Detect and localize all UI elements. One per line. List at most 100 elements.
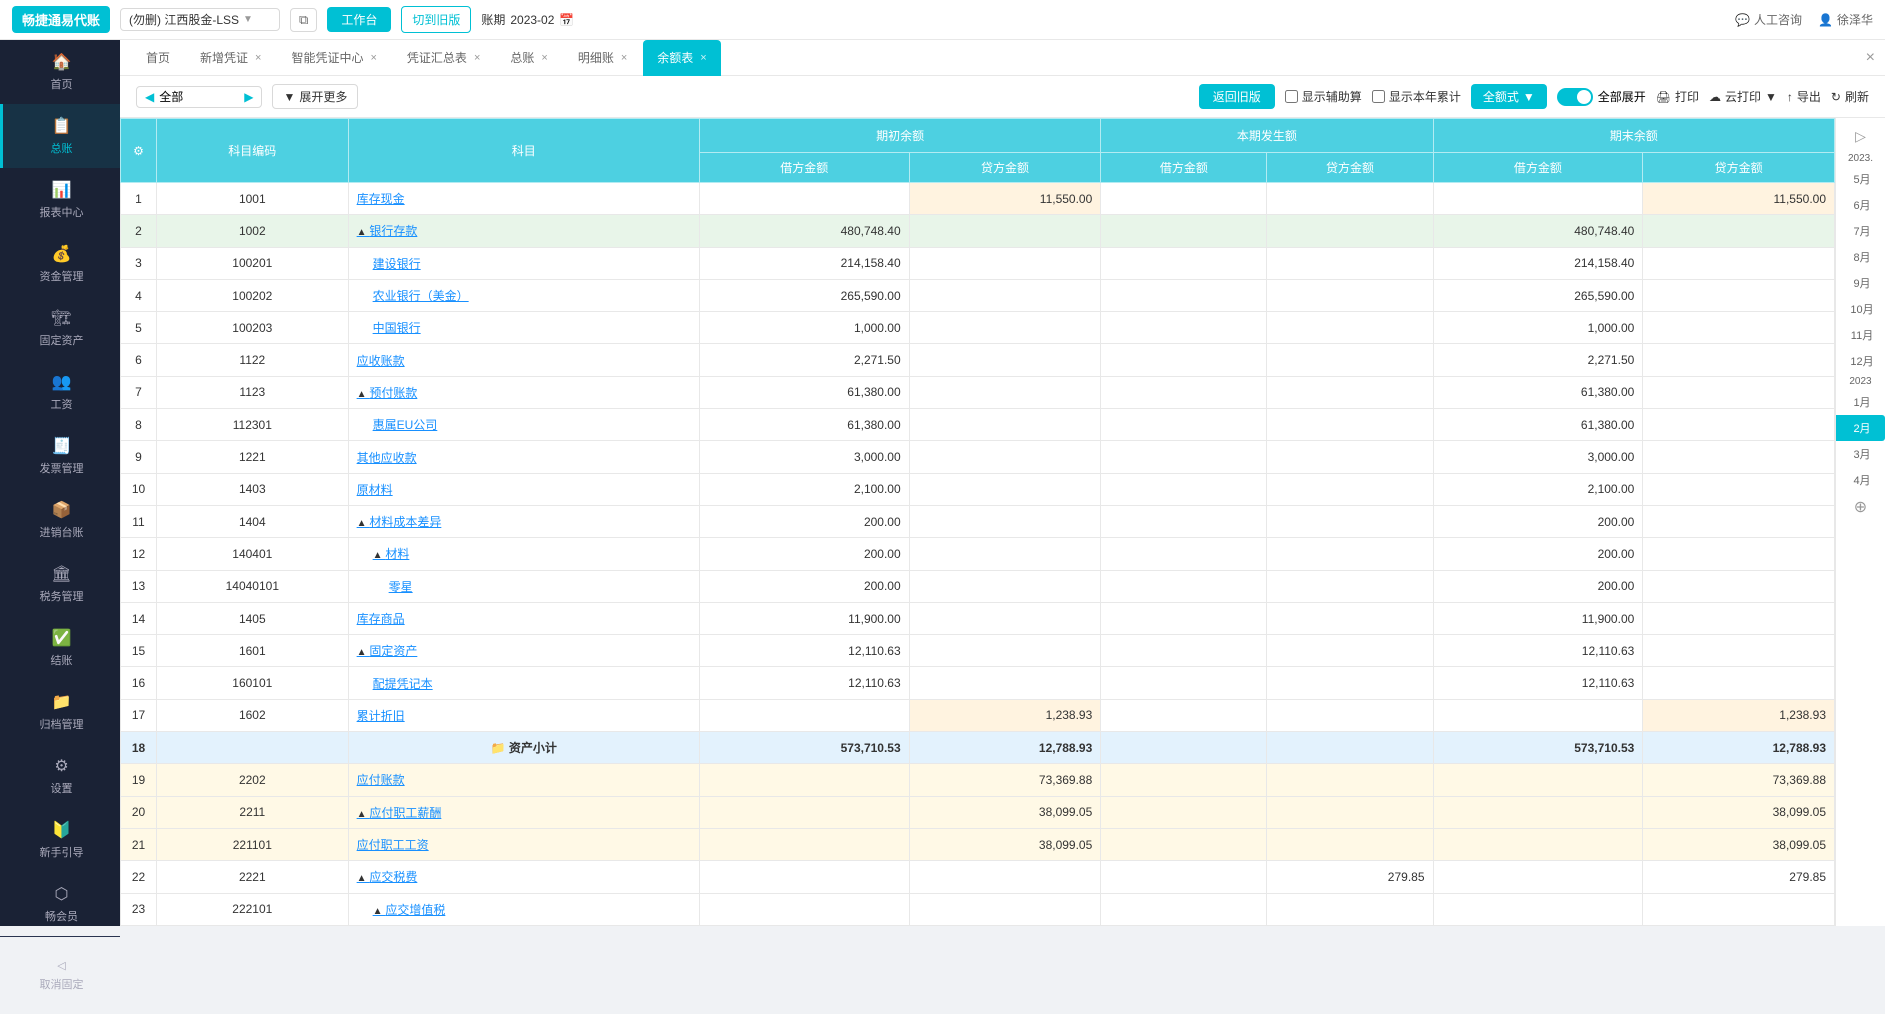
- tab-voucher-summary-close[interactable]: ×: [474, 52, 480, 64]
- timeline-collapse-btn[interactable]: ▷: [1851, 122, 1870, 151]
- unpin-button[interactable]: ◁ 取消固定: [0, 947, 120, 1004]
- workbench-button[interactable]: 工作台: [327, 7, 391, 32]
- tab-detail[interactable]: 明细账 ×: [564, 40, 641, 76]
- row-name[interactable]: 惠属EU公司: [348, 409, 699, 441]
- timeline-month-5[interactable]: 5月: [1836, 166, 1885, 192]
- table-row[interactable]: 8112301惠属EU公司61,380.0061,380.00: [121, 409, 1835, 441]
- table-row[interactable]: 91221其他应收款3,000.003,000.00: [121, 441, 1835, 473]
- tab-detail-close[interactable]: ×: [621, 52, 627, 64]
- export-action[interactable]: ↑ 导出: [1787, 88, 1821, 105]
- sidebar-item-tax[interactable]: 🏛 税务管理: [0, 552, 120, 616]
- display-format-button[interactable]: 全额式 ▼: [1471, 84, 1547, 109]
- sidebar-item-archive[interactable]: 📁 归档管理: [0, 680, 120, 744]
- row-name[interactable]: ▲ 应交增值税: [348, 893, 699, 925]
- timeline-month-12[interactable]: 12月: [1836, 348, 1885, 374]
- sidebar-item-ledger[interactable]: 📋 总账: [0, 104, 120, 168]
- tab-balance-close[interactable]: ×: [700, 52, 706, 64]
- show-aux-checkbox[interactable]: 显示辅助算: [1285, 88, 1362, 105]
- user-profile[interactable]: 👤 徐泽华: [1818, 11, 1873, 28]
- tab-ledger[interactable]: 总账 ×: [496, 40, 561, 76]
- table-row[interactable]: 71123▲ 预付账款61,380.0061,380.00: [121, 376, 1835, 408]
- table-row[interactable]: 21002▲ 银行存款480,748.40480,748.40: [121, 215, 1835, 247]
- cloud-print-action[interactable]: ☁ 云打印 ▼: [1709, 88, 1777, 105]
- table-row[interactable]: 1314040101零星200.00200.00: [121, 570, 1835, 602]
- tab-balance[interactable]: 余额表 ×: [643, 40, 720, 76]
- company-selector[interactable]: (勿删) 江西股金-LSS ▼: [120, 8, 280, 31]
- sidebar-item-report[interactable]: 📊 报表中心: [0, 168, 120, 232]
- table-row[interactable]: 111404▲ 材料成本差异200.00200.00: [121, 505, 1835, 537]
- row-name[interactable]: 库存商品: [348, 602, 699, 634]
- filter-input[interactable]: [159, 90, 239, 104]
- tab-voucher-summary[interactable]: 凭证汇总表 ×: [393, 40, 494, 76]
- tab-new-voucher[interactable]: 新增凭证 ×: [186, 40, 275, 76]
- table-row[interactable]: 202211▲ 应付职工薪酬38,099.0538,099.05: [121, 796, 1835, 828]
- timeline-month-9[interactable]: 9月: [1836, 270, 1885, 296]
- table-row[interactable]: 151601▲ 固定资产12,110.6312,110.63: [121, 635, 1835, 667]
- row-name[interactable]: 应收账款: [348, 344, 699, 376]
- table-row[interactable]: 222221▲ 应交税费279.85279.85: [121, 861, 1835, 893]
- row-name[interactable]: ▲ 应交税费: [348, 861, 699, 893]
- table-row[interactable]: 192202应付账款73,369.8873,369.88: [121, 764, 1835, 796]
- sidebar-item-salary[interactable]: 👥 工资: [0, 360, 120, 424]
- consult-btn[interactable]: 💬 人工咨询: [1735, 11, 1802, 28]
- row-name[interactable]: ▲ 预付账款: [348, 376, 699, 408]
- row-name[interactable]: 库存现金: [348, 183, 699, 215]
- row-name[interactable]: 农业银行（美金）: [348, 279, 699, 311]
- table-row[interactable]: 12140401▲ 材料200.00200.00: [121, 538, 1835, 570]
- timeline-month-6[interactable]: 6月: [1836, 192, 1885, 218]
- show-ytd-checkbox[interactable]: 显示本年累计: [1372, 88, 1461, 105]
- row-name[interactable]: 零星: [348, 570, 699, 602]
- show-aux-input[interactable]: [1285, 90, 1298, 103]
- timeline-month-7[interactable]: 7月: [1836, 218, 1885, 244]
- expand-toggle[interactable]: [1557, 88, 1593, 106]
- tab-ledger-close[interactable]: ×: [541, 52, 547, 64]
- sidebar-item-checkout[interactable]: ✅ 结账: [0, 616, 120, 680]
- table-row[interactable]: 16160101配提凭记本12,110.6312,110.63: [121, 667, 1835, 699]
- timeline-month-4[interactable]: 4月: [1836, 467, 1885, 493]
- switch-version-button[interactable]: 切到旧版: [401, 6, 471, 33]
- row-name[interactable]: ▲ 材料: [348, 538, 699, 570]
- timeline-month-11[interactable]: 11月: [1836, 322, 1885, 348]
- sidebar-item-member[interactable]: ⬡ 畅会员: [0, 872, 120, 936]
- tab-smart-center[interactable]: 智能凭证中心 ×: [277, 40, 390, 76]
- timeline-expand-btn[interactable]: ⊕: [1850, 493, 1871, 521]
- table-row[interactable]: 61122应收账款2,271.502,271.50: [121, 344, 1835, 376]
- refresh-action[interactable]: ↻ 刷新: [1831, 88, 1869, 105]
- table-row[interactable]: 141405库存商品11,900.0011,900.00: [121, 602, 1835, 634]
- back-to-old-button[interactable]: 返回旧版: [1199, 84, 1275, 109]
- show-ytd-input[interactable]: [1372, 90, 1385, 103]
- sidebar-item-capital[interactable]: 💰 资金管理: [0, 232, 120, 296]
- table-row[interactable]: 3100201建设银行214,158.40214,158.40: [121, 247, 1835, 279]
- row-name[interactable]: ▲ 固定资产: [348, 635, 699, 667]
- table-row[interactable]: 171602累计折旧1,238.931,238.93: [121, 699, 1835, 731]
- tab-smart-center-close[interactable]: ×: [370, 52, 376, 64]
- settings-header[interactable]: ⚙: [121, 119, 157, 183]
- tab-home[interactable]: 首页: [132, 40, 184, 76]
- table-row[interactable]: 21221101应付职工工资38,099.0538,099.05: [121, 828, 1835, 860]
- copy-button[interactable]: ⧉: [290, 8, 317, 32]
- table-row[interactable]: 101403原材料2,100.002,100.00: [121, 473, 1835, 505]
- row-name[interactable]: 应付职工工资: [348, 828, 699, 860]
- timeline-month-8[interactable]: 8月: [1836, 244, 1885, 270]
- row-name[interactable]: 中国银行: [348, 312, 699, 344]
- row-name[interactable]: 累计折旧: [348, 699, 699, 731]
- row-name[interactable]: 原材料: [348, 473, 699, 505]
- timeline-month-3[interactable]: 3月: [1836, 441, 1885, 467]
- sidebar-item-settings[interactable]: ⚙ 设置: [0, 744, 120, 808]
- expand-more-button[interactable]: ▼ 展开更多: [272, 84, 358, 109]
- row-name[interactable]: ▲ 银行存款: [348, 215, 699, 247]
- table-row[interactable]: 11001库存现金11,550.0011,550.00: [121, 183, 1835, 215]
- sidebar-item-fixed[interactable]: 🏗 固定资产: [0, 296, 120, 360]
- sidebar-item-invoice[interactable]: 🧾 发票管理: [0, 424, 120, 488]
- sidebar-item-guide[interactable]: 🔰 新手引导: [0, 808, 120, 872]
- row-name[interactable]: 配提凭记本: [348, 667, 699, 699]
- print-action[interactable]: 🖨 打印: [1656, 88, 1699, 105]
- row-name[interactable]: 建设银行: [348, 247, 699, 279]
- table-row[interactable]: 5100203中国银行1,000.001,000.00: [121, 312, 1835, 344]
- row-name[interactable]: ▲ 应付职工薪酬: [348, 796, 699, 828]
- timeline-month-1[interactable]: 1月: [1836, 389, 1885, 415]
- row-name[interactable]: 应付账款: [348, 764, 699, 796]
- sidebar-item-purchase[interactable]: 📦 进销台账: [0, 488, 120, 552]
- close-all-tabs-button[interactable]: ×: [1866, 49, 1875, 67]
- table-row[interactable]: 4100202农业银行（美金）265,590.00265,590.00: [121, 279, 1835, 311]
